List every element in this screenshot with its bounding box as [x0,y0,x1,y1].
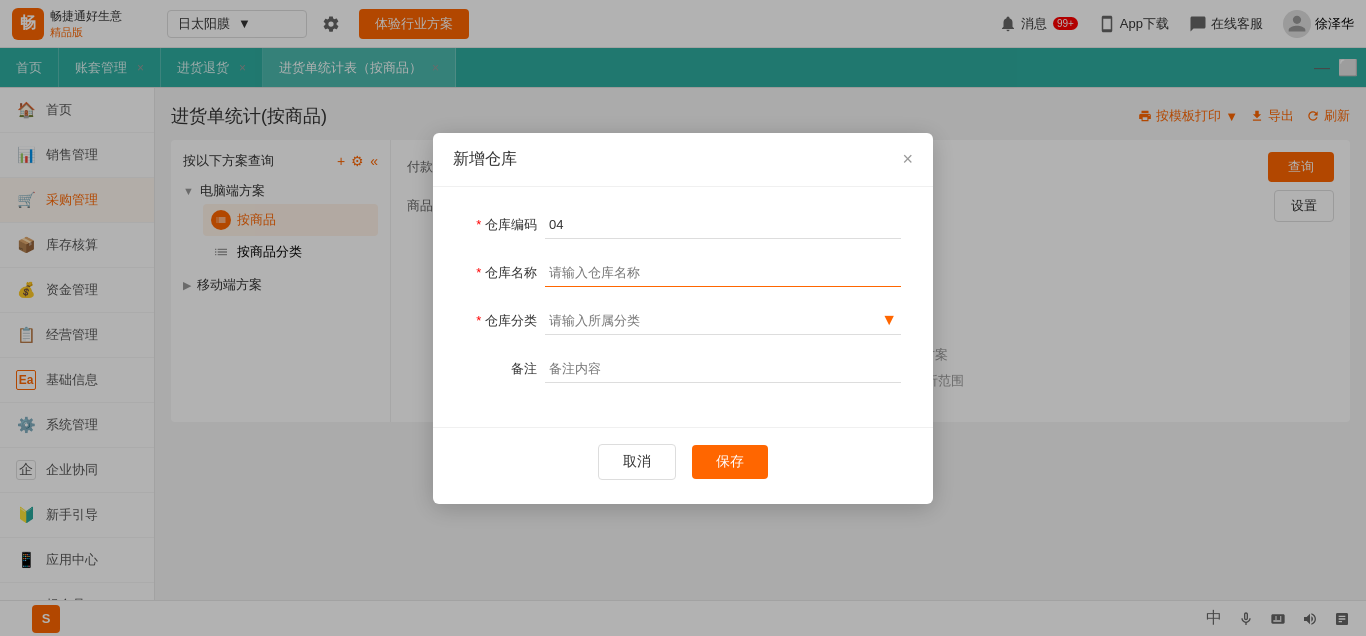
form-row-note: 备注 [465,355,901,383]
code-input[interactable] [545,211,901,239]
note-label: 备注 [465,360,545,378]
form-row-category: 仓库分类 ▼ [465,307,901,335]
category-dropdown-arrow[interactable]: ▼ [877,311,901,329]
modal: 新增仓库 × 仓库编码 仓库名称 仓库分类 ▼ [433,133,933,504]
modal-header: 新增仓库 × [433,133,933,187]
modal-body: 仓库编码 仓库名称 仓库分类 ▼ 备注 [433,187,933,427]
save-button[interactable]: 保存 [692,445,768,479]
name-input[interactable] [545,259,901,287]
code-label: 仓库编码 [465,216,545,234]
form-row-code: 仓库编码 [465,211,901,239]
category-select-input[interactable] [545,307,877,334]
modal-overlay: 新增仓库 × 仓库编码 仓库名称 仓库分类 ▼ [0,0,1366,636]
form-row-name: 仓库名称 [465,259,901,287]
modal-footer: 取消 保存 [433,427,933,504]
category-label: 仓库分类 [465,312,545,330]
modal-close-button[interactable]: × [902,149,913,170]
category-select-wrapper: ▼ [545,307,901,335]
note-input[interactable] [545,355,901,383]
name-label: 仓库名称 [465,264,545,282]
cancel-button[interactable]: 取消 [598,444,676,480]
modal-title: 新增仓库 [453,149,517,170]
